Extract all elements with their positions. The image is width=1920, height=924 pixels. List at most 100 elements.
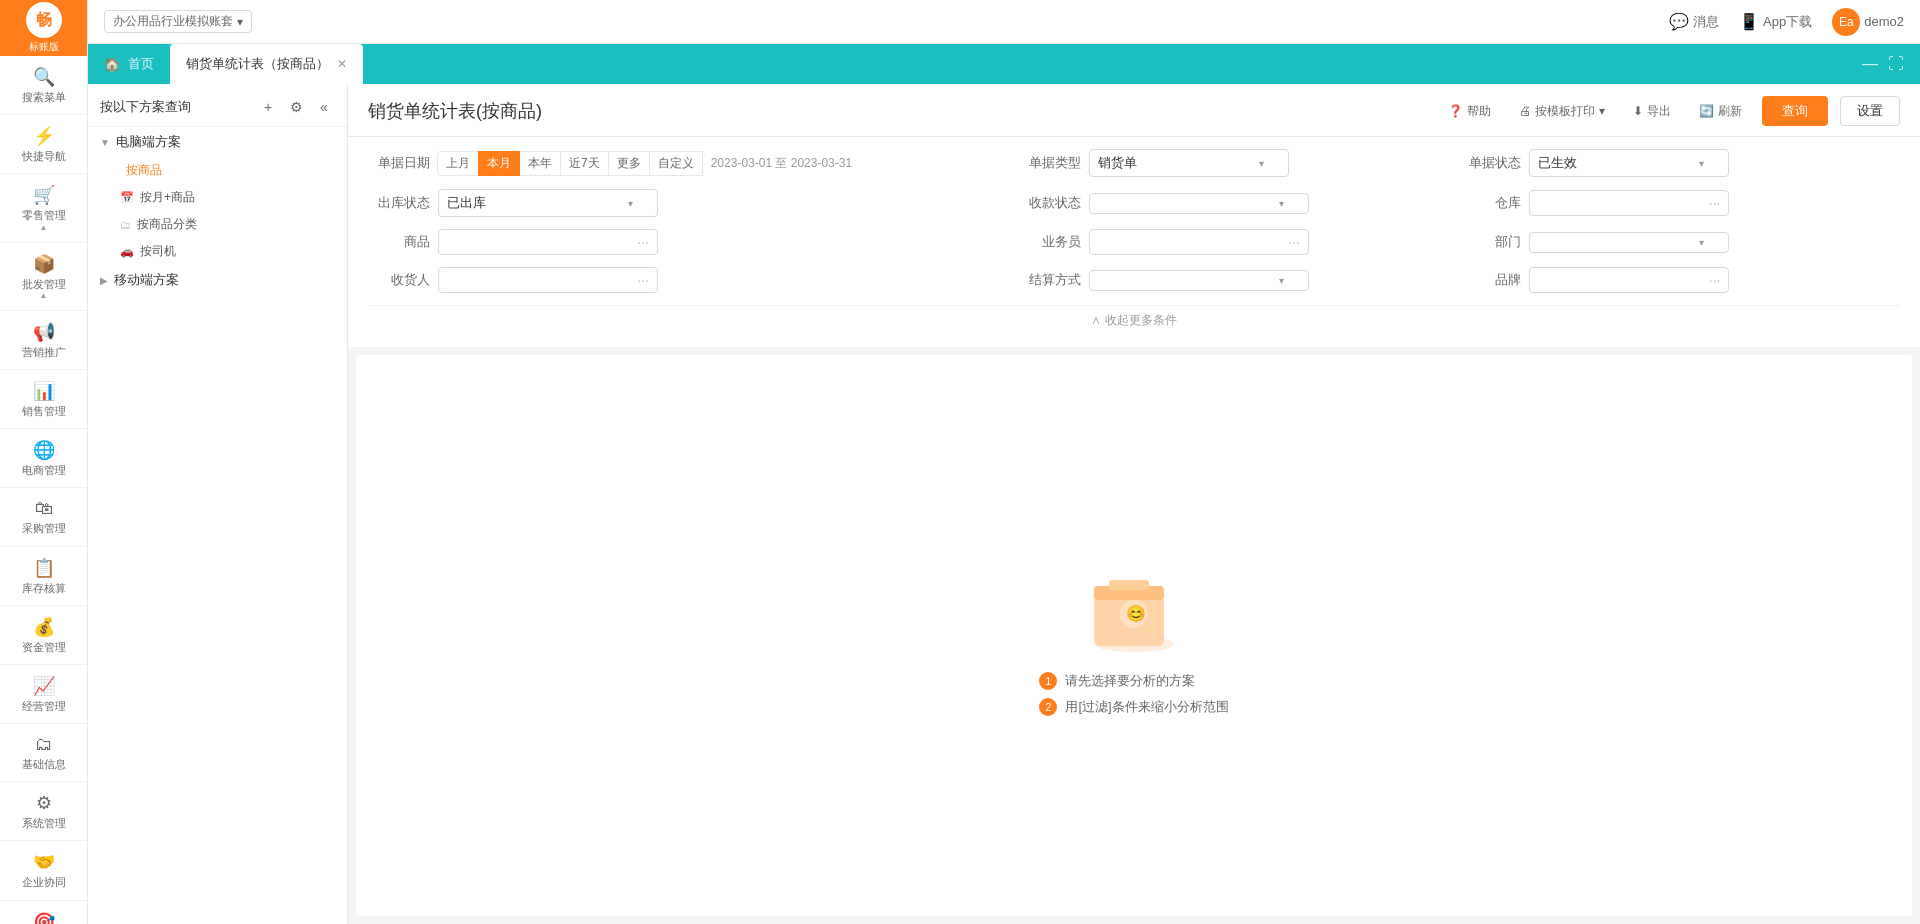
user-profile[interactable]: Ea demo2: [1832, 8, 1904, 36]
sidebar-item-basic[interactable]: 🗂 基础信息: [0, 724, 87, 782]
settings-button[interactable]: 设置: [1840, 96, 1900, 126]
refresh-icon: 🔄: [1699, 104, 1714, 118]
tab-home-label: 首页: [128, 55, 154, 73]
sidebar-item-retail[interactable]: 🛒 零售管理 ▲: [0, 174, 87, 242]
filter-warehouse-col: 仓库 ···: [1459, 190, 1880, 216]
receiver-input[interactable]: ···: [438, 267, 658, 293]
department-selector[interactable]: ▾: [1529, 232, 1729, 253]
date-label: 单据日期: [368, 154, 438, 172]
topbar: 办公用品行业模拟账套 ▾ 💬 消息 📱 App下载 Ea demo2: [88, 0, 1920, 44]
sidebar-item-wholesale-label: 批发管理: [22, 278, 66, 291]
date-btn-this-month[interactable]: 本月: [478, 151, 520, 176]
refresh-label: 刷新: [1718, 103, 1742, 120]
sidebar-item-finance[interactable]: 💰 资金管理: [0, 606, 87, 665]
type-selector[interactable]: 销货单 ▾: [1089, 149, 1289, 177]
account-selector[interactable]: 办公用品行业模拟账套 ▾: [104, 10, 252, 33]
app-download-button[interactable]: 📱 App下载: [1739, 12, 1812, 31]
filter-row-3: 商品 ··· 业务员 ··· 部门: [368, 229, 1900, 255]
sidebar-item-sales-label: 销售管理: [22, 405, 66, 418]
corp-icon: 🤝: [33, 851, 55, 873]
sidebar-item-ecom[interactable]: 🌐 电商管理: [0, 429, 87, 488]
tree-child-by-month-product[interactable]: 📅 按月+商品: [100, 184, 347, 211]
date-btn-this-year[interactable]: 本年: [519, 151, 561, 176]
tree-child-by-machine[interactable]: 🚗 按司机: [100, 238, 347, 265]
salesperson-label: 业务员: [1019, 233, 1089, 251]
add-scheme-button[interactable]: +: [257, 96, 279, 118]
sidebar-item-operation[interactable]: 📈 经营管理: [0, 665, 87, 724]
export-button[interactable]: ⬇ 导出: [1625, 99, 1679, 124]
sidebar-item-quick-nav-label: 快捷导航: [22, 150, 66, 163]
sidebar-item-quick-nav[interactable]: ⚡ 快捷导航: [0, 115, 87, 174]
sidebar-item-finance-label: 资金管理: [22, 641, 66, 654]
refresh-button[interactable]: 🔄 刷新: [1691, 99, 1750, 124]
sidebar-item-sales[interactable]: 📊 销售管理: [0, 370, 87, 429]
out-status-label: 出库状态: [368, 194, 438, 212]
sidebar-item-newbie[interactable]: 🎯 新手引导: [0, 901, 87, 924]
filter-brand-col: 品牌 ···: [1459, 267, 1880, 293]
warehouse-dots-icon[interactable]: ···: [1709, 195, 1721, 211]
message-icon: 💬: [1669, 12, 1689, 31]
empty-svg: 😊: [1074, 556, 1194, 656]
hint-text-2: 用[过滤]条件来缩小分析范围: [1065, 698, 1228, 716]
tab-home[interactable]: 🏠 首页: [88, 44, 170, 84]
help-button[interactable]: ❓ 帮助: [1440, 99, 1499, 124]
status-selector[interactable]: 已生效 ▾: [1529, 149, 1729, 177]
logo[interactable]: 畅 标账版: [0, 0, 87, 56]
tree-mobile[interactable]: ▶ 移动端方案: [88, 265, 347, 295]
settlement-selector[interactable]: ▾: [1089, 270, 1309, 291]
receiver-dots-icon[interactable]: ···: [637, 272, 649, 288]
sidebar-item-inventory[interactable]: 📋 库存核算: [0, 547, 87, 606]
help-label: 帮助: [1467, 103, 1491, 120]
left-panel: 按以下方案查询 + ⚙ « ▼ 电脑端方案 按商品 📅 按月+商品: [88, 84, 348, 924]
settings-scheme-button[interactable]: ⚙: [285, 96, 307, 118]
collapse-panel-button[interactable]: «: [313, 96, 335, 118]
tree-child-by-product[interactable]: 按商品: [100, 157, 347, 184]
settlement-label: 结算方式: [1019, 271, 1089, 289]
date-btn-more[interactable]: 更多: [608, 151, 650, 176]
collapse-button[interactable]: ∧ 收起更多条件: [368, 305, 1900, 335]
sidebar-item-search[interactable]: 🔍 搜索菜单: [0, 56, 87, 115]
settlement-chevron-icon: ▾: [1279, 275, 1284, 286]
sidebar-nav: 🔍 搜索菜单 ⚡ 快捷导航 🛒 零售管理 ▲ 📦 批发管理 ▲ 📢 营销推广 📊…: [0, 56, 87, 924]
minimize-icon[interactable]: —: [1862, 55, 1878, 73]
basic-icon: 🗂: [35, 734, 53, 755]
maximize-icon[interactable]: ⛶: [1888, 55, 1904, 73]
tree-child-by-category[interactable]: 🗂 按商品分类: [100, 211, 347, 238]
warehouse-input[interactable]: ···: [1529, 190, 1729, 216]
filter-area: 单据日期 上月 本月 本年 近7天 更多 自定义 2023-03-01 至 20…: [348, 137, 1920, 347]
topbar-left: 办公用品行业模拟账套 ▾: [104, 10, 252, 33]
product-dots-icon[interactable]: ···: [637, 234, 649, 250]
message-label: 消息: [1693, 13, 1719, 31]
tab-close-icon[interactable]: ✕: [337, 57, 347, 71]
brand-input[interactable]: ···: [1529, 267, 1729, 293]
sidebar-item-purchase[interactable]: 🛍 采购管理: [0, 488, 87, 546]
date-btn-7days[interactable]: 近7天: [560, 151, 609, 176]
query-button[interactable]: 查询: [1762, 96, 1828, 126]
print-icon: 🖨: [1519, 104, 1531, 118]
message-button[interactable]: 💬 消息: [1669, 12, 1719, 31]
tab-sales-report[interactable]: 销货单统计表（按商品） ✕: [170, 44, 363, 84]
system-icon: ⚙: [36, 792, 52, 814]
out-status-selector[interactable]: 已出库 ▾: [438, 189, 658, 217]
sidebar-item-wholesale[interactable]: 📦 批发管理 ▲: [0, 243, 87, 311]
tree-desktop-children: 按商品 📅 按月+商品 🗂 按商品分类 🚗 按司机: [88, 157, 347, 265]
content-area: 按以下方案查询 + ⚙ « ▼ 电脑端方案 按商品 📅 按月+商品: [88, 84, 1920, 924]
empty-hint-1: 1 请先选择要分析的方案: [1039, 672, 1228, 690]
sidebar-item-corp[interactable]: 🤝 企业协同: [0, 841, 87, 900]
salesperson-dots-icon[interactable]: ···: [1288, 234, 1300, 250]
sidebar-item-system[interactable]: ⚙ 系统管理: [0, 782, 87, 841]
sidebar-item-corp-label: 企业协同: [22, 876, 66, 889]
tree-desktop[interactable]: ▼ 电脑端方案: [88, 127, 347, 157]
status-label: 单据状态: [1459, 154, 1529, 172]
print-button[interactable]: 🖨 按模板打印 ▾: [1511, 99, 1613, 124]
payment-chevron-icon: ▾: [1279, 198, 1284, 209]
logo-icon: 畅: [26, 2, 62, 38]
date-btn-last-month[interactable]: 上月: [437, 151, 479, 176]
product-input[interactable]: ···: [438, 229, 658, 255]
brand-dots-icon[interactable]: ···: [1709, 272, 1721, 288]
sidebar-item-marketing[interactable]: 📢 营销推广: [0, 311, 87, 370]
salesperson-input[interactable]: ···: [1089, 229, 1309, 255]
payment-selector[interactable]: ▾: [1089, 193, 1309, 214]
tree-desktop-label: 电脑端方案: [116, 133, 181, 151]
date-btn-custom[interactable]: 自定义: [649, 151, 703, 176]
